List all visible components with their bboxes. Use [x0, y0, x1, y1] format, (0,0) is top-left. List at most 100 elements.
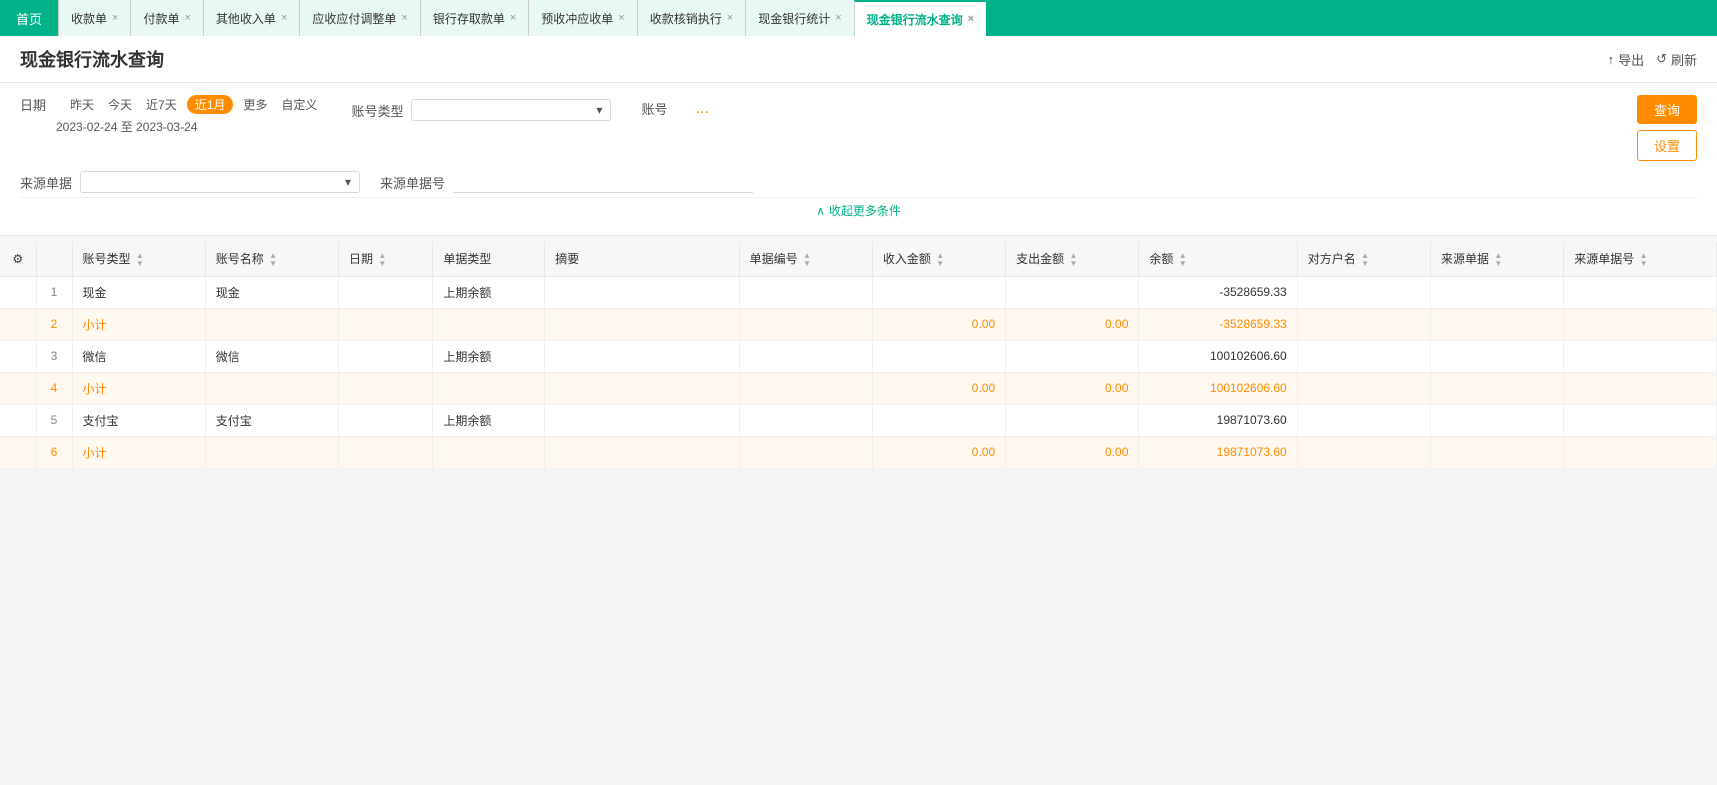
cell-source_doc: [1431, 436, 1564, 468]
close-icon[interactable]: ×: [281, 12, 287, 24]
cell-summary: [545, 340, 739, 372]
cell-date: [339, 436, 433, 468]
cell-balance: -3528659.33: [1139, 276, 1297, 308]
date-options: 昨天 今天 近7天 近1月 更多 自定义: [66, 95, 321, 114]
collapse-bar[interactable]: ∧ 收起更多条件: [20, 197, 1697, 223]
col-doc-no[interactable]: 单据编号 ▲▼: [739, 242, 872, 276]
col-account-name[interactable]: 账号名称 ▲▼: [205, 242, 338, 276]
cell-income: [872, 340, 1005, 372]
cell-account_type: 小计: [72, 308, 205, 340]
cell-date: [339, 372, 433, 404]
cell-idx: 1: [36, 276, 72, 308]
header-actions: ↑ 导出 ↺ 刷新: [1608, 50, 1697, 69]
cell-summary: [545, 404, 739, 436]
query-button[interactable]: 查询: [1637, 95, 1697, 124]
refresh-button[interactable]: ↺ 刷新: [1656, 50, 1697, 69]
col-date[interactable]: 日期 ▲▼: [339, 242, 433, 276]
cell-source_doc_no: [1564, 404, 1717, 436]
settings-button[interactable]: 设置: [1637, 130, 1697, 161]
table-row: 1现金现金上期余额-3528659.33: [0, 276, 1717, 308]
cell-date: [339, 404, 433, 436]
date-option-custom[interactable]: 自定义: [277, 95, 321, 114]
col-account-type[interactable]: 账号类型 ▲▼: [72, 242, 205, 276]
cell-idx: 4: [36, 372, 72, 404]
source-doc-no-label: 来源单据号: [380, 173, 445, 192]
close-icon[interactable]: ×: [835, 12, 841, 24]
date-option-yesterday[interactable]: 昨天: [66, 95, 98, 114]
cell-doc_no: [739, 308, 872, 340]
table-wrapper: ⚙ 账号类型 ▲▼ 账号名称 ▲▼ 日期 ▲▼ 单据类型 摘要 单据编号 ▲▼ …: [0, 242, 1717, 469]
cell-counterpart: [1297, 436, 1430, 468]
cell-idx: 6: [36, 436, 72, 468]
cell-account_name: [205, 436, 338, 468]
cell-account_name: [205, 372, 338, 404]
cell-income: 0.00: [872, 308, 1005, 340]
cell-source_doc_no: [1564, 372, 1717, 404]
cell-expense: [1006, 276, 1139, 308]
close-icon[interactable]: ×: [184, 12, 190, 24]
dots-button[interactable]: ...: [695, 100, 708, 118]
col-expense[interactable]: 支出金额 ▲▼: [1006, 242, 1139, 276]
nav-tab-yingshouyingfu[interactable]: 应收应付调整单 ×: [299, 0, 419, 36]
date-range-display: 2023-02-24 至 2023-03-24: [56, 118, 321, 135]
cell-gear: [0, 276, 36, 308]
close-icon[interactable]: ×: [510, 12, 516, 24]
cell-expense: 0.00: [1006, 372, 1139, 404]
close-icon[interactable]: ×: [618, 12, 624, 24]
filter-area: 日期 昨天 今天 近7天 近1月 更多 自定义 2023-02-24 至 202…: [0, 83, 1717, 236]
col-gear[interactable]: ⚙: [0, 242, 36, 276]
cell-gear: [0, 436, 36, 468]
date-option-7days[interactable]: 近7天: [142, 95, 181, 114]
col-doc-type: 单据类型: [433, 242, 545, 276]
col-source-doc-no[interactable]: 来源单据号 ▲▼: [1564, 242, 1717, 276]
date-option-1month[interactable]: 近1月: [187, 95, 234, 114]
page-title: 现金银行流水查询: [20, 46, 164, 72]
col-source-doc[interactable]: 来源单据 ▲▼: [1431, 242, 1564, 276]
nav-tab-qitashouru[interactable]: 其他收入单 ×: [203, 0, 299, 36]
cell-source_doc: [1431, 340, 1564, 372]
cell-summary: [545, 372, 739, 404]
close-icon[interactable]: ×: [401, 12, 407, 24]
cell-account_name: 支付宝: [205, 404, 338, 436]
cell-gear: [0, 404, 36, 436]
cell-summary: [545, 436, 739, 468]
cell-gear: [0, 372, 36, 404]
cell-balance: 100102606.60: [1139, 340, 1297, 372]
nav-tab-yushou[interactable]: 预收冲应收单 ×: [528, 0, 636, 36]
cell-doc_no: [739, 404, 872, 436]
cell-balance: 19871073.60: [1139, 404, 1297, 436]
account-type-select[interactable]: ▾: [411, 99, 611, 121]
close-icon[interactable]: ×: [112, 12, 118, 24]
source-doc-no-input[interactable]: [453, 172, 753, 193]
cell-source_doc: [1431, 276, 1564, 308]
cell-idx: 3: [36, 340, 72, 372]
cell-account_name: 微信: [205, 340, 338, 372]
source-doc-select[interactable]: ▾: [80, 171, 360, 193]
export-button[interactable]: ↑ 导出: [1608, 50, 1645, 69]
nav-tab-shoukuandan[interactable]: 收款单 ×: [58, 0, 130, 36]
nav-tab-hexiao[interactable]: 收款核销执行 ×: [637, 0, 745, 36]
col-counterpart[interactable]: 对方户名 ▲▼: [1297, 242, 1430, 276]
cell-gear: [0, 340, 36, 372]
table-row: 2小计0.000.00-3528659.33: [0, 308, 1717, 340]
col-balance[interactable]: 余额 ▲▼: [1139, 242, 1297, 276]
cell-summary: [545, 308, 739, 340]
nav-home[interactable]: 首页: [0, 0, 58, 36]
nav-tab-liushui[interactable]: 现金银行流水查询 ×: [854, 0, 986, 36]
cell-account_type: 小计: [72, 372, 205, 404]
close-icon[interactable]: ×: [727, 12, 733, 24]
date-filter-label: 日期: [20, 95, 60, 114]
source-doc-label: 来源单据: [20, 173, 72, 192]
date-option-today[interactable]: 今天: [104, 95, 136, 114]
nav-tab-yinhang[interactable]: 银行存取款单 ×: [420, 0, 528, 36]
nav-tab-fukuandan[interactable]: 付款单 ×: [130, 0, 202, 36]
cell-doc_type: [433, 436, 545, 468]
chevron-down-icon: ▾: [345, 175, 351, 189]
cell-income: 0.00: [872, 436, 1005, 468]
col-income[interactable]: 收入金额 ▲▼: [872, 242, 1005, 276]
nav-tab-tongji[interactable]: 现金银行统计 ×: [745, 0, 853, 36]
cell-idx: 5: [36, 404, 72, 436]
date-option-more[interactable]: 更多: [239, 95, 271, 114]
close-icon[interactable]: ×: [968, 13, 974, 25]
account-label: 账号: [641, 99, 681, 118]
